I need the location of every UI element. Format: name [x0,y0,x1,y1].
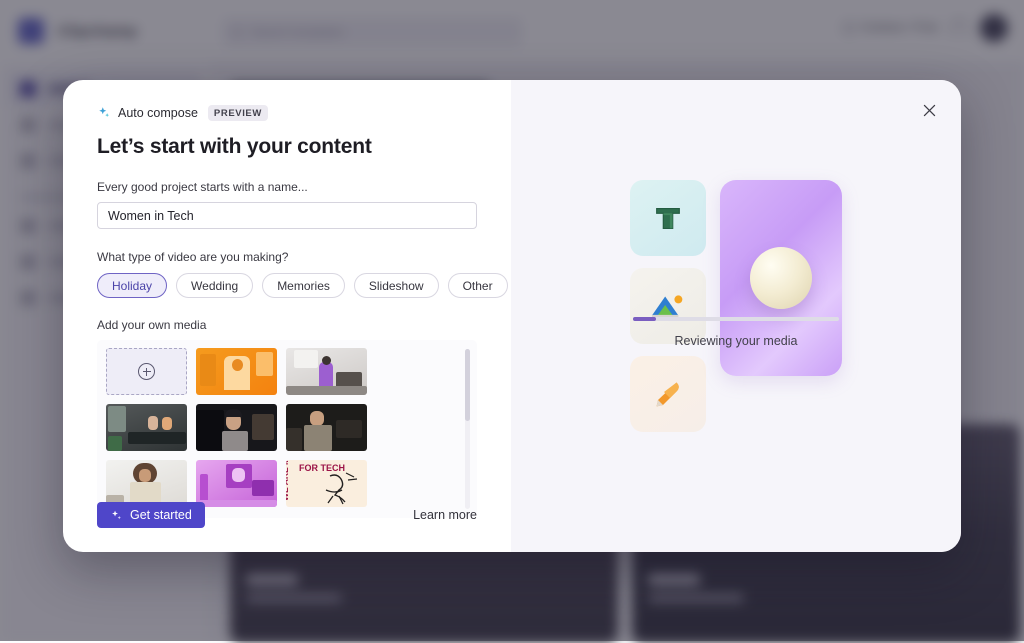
modal-title: Let’s start with your content [97,135,479,159]
chip-wedding[interactable]: Wedding [176,273,253,298]
modal-preview-pane: Reviewing your media [511,80,961,552]
sparkle-icon [110,509,123,522]
learn-more-link[interactable]: Learn more [413,508,477,522]
plus-circle-icon [138,363,155,380]
media-thumbnail[interactable] [196,348,277,395]
modal-left-pane: Auto compose PREVIEW Let’s start with yo… [63,80,511,552]
thumb-art [106,404,187,451]
pencil-tool-tile [630,356,706,432]
sparkle-icon [97,106,111,120]
thumb-art [196,460,277,507]
media-scrollbar-track[interactable] [465,349,470,509]
thumb-art [196,404,277,451]
media-thumbnail[interactable] [106,404,187,451]
media-thumbnail[interactable]: WE ARE MAD FOR TECH [286,460,367,507]
eyebrow-label: Auto compose [118,106,198,120]
thumb-art [106,460,187,507]
progress-track [633,317,839,321]
video-type-label: What type of video are you making? [97,250,479,264]
media-thumbnail[interactable] [286,404,367,451]
get-started-label: Get started [130,508,192,522]
media-scrollbar-thumb[interactable] [465,349,470,421]
text-tool-tile [630,180,706,256]
pencil-icon [650,376,686,412]
chip-other[interactable]: Other [448,273,508,298]
chip-holiday[interactable]: Holiday [97,273,167,298]
text-T-icon [651,201,685,235]
add-media-tile[interactable] [106,348,187,395]
media-thumbnail[interactable] [286,348,367,395]
preview-progress: Reviewing your media [633,317,839,348]
media-thumbnail[interactable] [196,404,277,451]
add-media-label: Add your own media [97,318,479,332]
chip-memories[interactable]: Memories [262,273,345,298]
get-started-button[interactable]: Get started [97,502,205,528]
project-name-input[interactable] [97,202,477,229]
progress-fill [633,317,656,321]
svg-text:FOR TECH: FOR TECH [299,463,345,473]
preview-badge: PREVIEW [208,105,268,121]
modal-footer: Get started Learn more [97,502,477,528]
close-icon [922,103,937,118]
media-grid: WE ARE MAD FOR TECH HOW DOES THE FUTURE [106,348,456,518]
media-thumbnail[interactable] [106,460,187,507]
modal-eyebrow: Auto compose PREVIEW [97,104,479,122]
project-name-label: Every good project starts with a name... [97,180,479,194]
close-button[interactable] [917,98,941,122]
svg-text:WE ARE MAD: WE ARE MAD [286,460,290,501]
thumb-art: WE ARE MAD FOR TECH [286,460,367,507]
preview-illustration [630,180,842,432]
thumb-art [196,348,277,395]
media-thumbnail[interactable] [196,460,277,507]
preview-icon-column [630,180,706,432]
sphere-graphic [750,247,812,309]
progress-status-text: Reviewing your media [633,334,839,348]
thumb-art [286,348,367,395]
thumb-art [286,404,367,451]
video-type-chip-group: Holiday Wedding Memories Slideshow Other [97,273,479,298]
chip-slideshow[interactable]: Slideshow [354,273,439,298]
media-grid-container: WE ARE MAD FOR TECH HOW DOES THE FUTURE [97,340,477,518]
auto-compose-modal: Auto compose PREVIEW Let’s start with yo… [63,80,961,552]
